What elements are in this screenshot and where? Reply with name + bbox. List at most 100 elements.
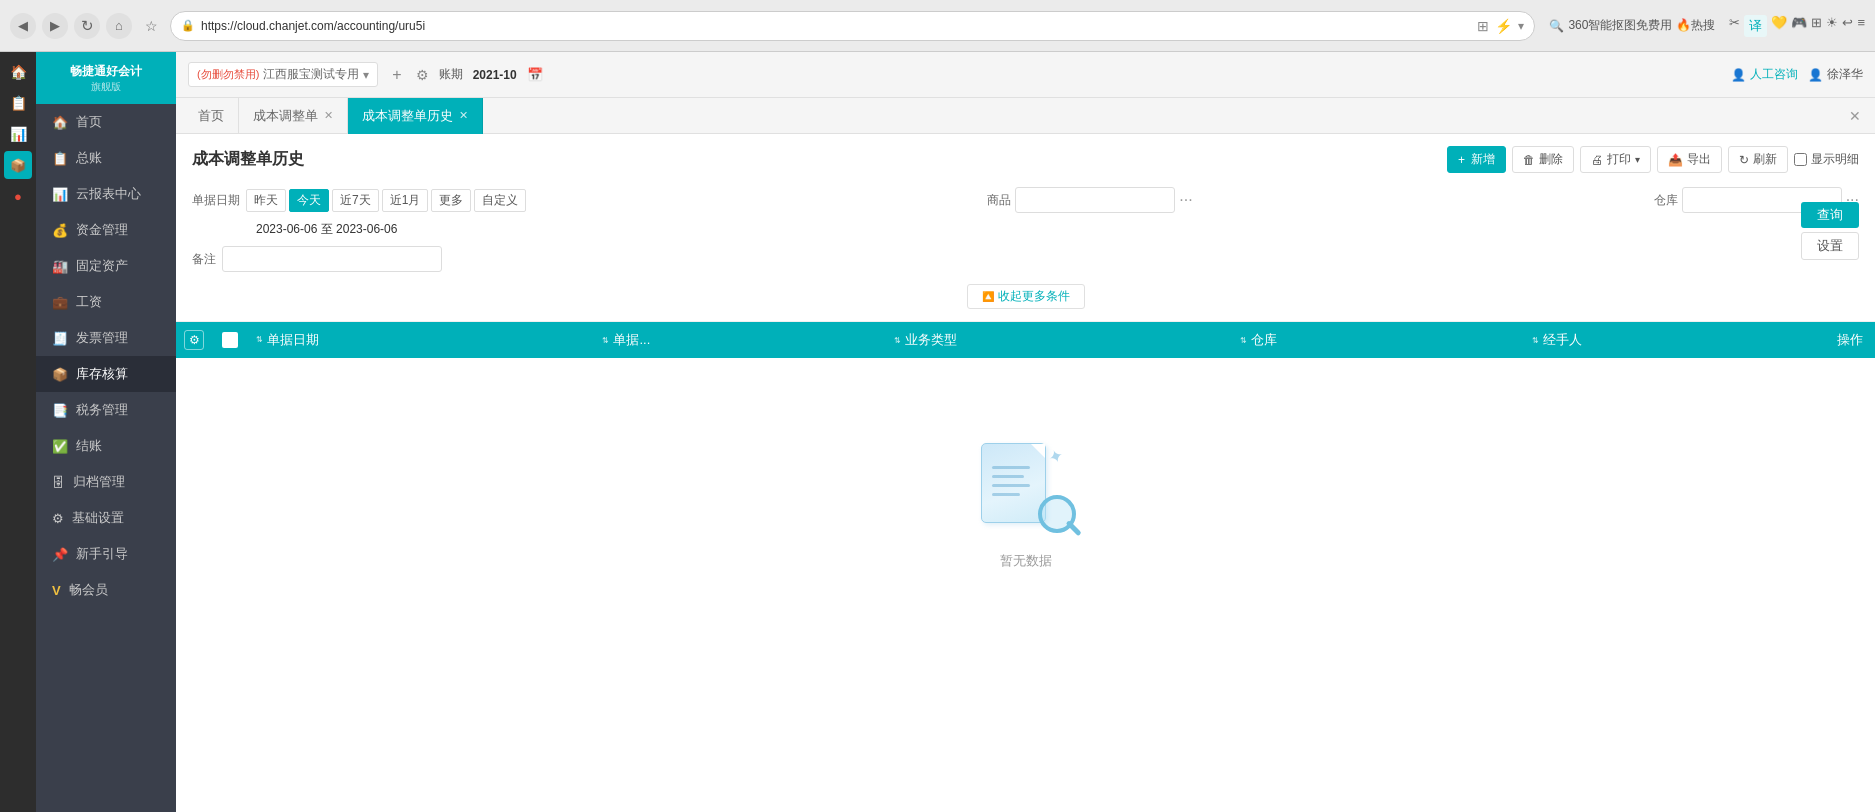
sidebar-logo[interactable]: 畅捷通好会计 旗舰版 — [36, 52, 176, 104]
icon-bar-item-red[interactable]: ● — [4, 182, 32, 210]
forward-button[interactable]: ▶ — [42, 13, 68, 39]
print-label: 打印 — [1607, 151, 1631, 168]
address-bar[interactable]: 🔒 https://cloud.chanjet.com/accounting/u… — [170, 11, 1535, 41]
user-button[interactable]: 👤 徐泽华 — [1808, 66, 1863, 83]
period-value: 2021-10 — [473, 68, 517, 82]
query-button[interactable]: 查询 — [1801, 202, 1859, 228]
home-button[interactable]: ⌂ — [106, 13, 132, 39]
settings-icon: ⚙ — [52, 511, 64, 526]
th-warehouse[interactable]: ⇅ 仓库 — [1232, 331, 1523, 349]
show-detail-input[interactable] — [1794, 153, 1807, 166]
tab-cost-adjust[interactable]: 成本调整单 ✕ — [239, 98, 348, 134]
calendar-icon[interactable]: 📅 — [527, 67, 543, 82]
print-button[interactable]: 🖨 打印 ▾ — [1580, 146, 1651, 173]
sidebar-item-inventory[interactable]: 📦 库存核算 — [36, 356, 176, 392]
tab-cost-adjust-close-icon[interactable]: ✕ — [324, 109, 333, 122]
th-num[interactable]: ⇅ 单据... — [594, 331, 885, 349]
date-btn-custom[interactable]: 自定义 — [474, 189, 526, 212]
settings-btn[interactable]: 设置 — [1801, 232, 1859, 260]
grid-icon[interactable]: ⊞ — [1811, 15, 1822, 37]
settings-gear-icon[interactable]: ⚙ — [184, 330, 204, 350]
sidebar-item-close[interactable]: ✅ 结账 — [36, 428, 176, 464]
th-handler[interactable]: ⇅ 经手人 — [1524, 331, 1815, 349]
goods-dots[interactable]: ··· — [1179, 192, 1192, 208]
export-button[interactable]: 📤 导出 — [1657, 146, 1722, 173]
tab-home[interactable]: 首页 — [184, 98, 239, 134]
brightness-icon[interactable]: ☀ — [1826, 15, 1838, 37]
th-date[interactable]: ⇅ 单据日期 — [248, 331, 594, 349]
sidebar-item-tax[interactable]: 📑 税务管理 — [36, 392, 176, 428]
sidebar-item-salary[interactable]: 💼 工资 — [36, 284, 176, 320]
add-company-button[interactable]: + — [388, 66, 405, 84]
collapse-row: 🔼 收起更多条件 — [192, 280, 1859, 317]
remark-input[interactable] — [222, 246, 442, 272]
company-selector[interactable]: (勿删勿禁用) 江西服宝测试专用 ▾ — [188, 62, 378, 87]
new-label: 新增 — [1471, 151, 1495, 168]
sidebar-item-funds[interactable]: 💰 资金管理 — [36, 212, 176, 248]
refresh-button[interactable]: ↻ 刷新 — [1728, 146, 1788, 173]
sidebar-item-reports[interactable]: 📊 云报表中心 — [36, 176, 176, 212]
sidebar-item-vip[interactable]: V 畅会员 — [36, 572, 176, 608]
refresh-button[interactable]: ↻ — [74, 13, 100, 39]
table-header: ⚙ ⇅ 单据日期 ⇅ 单据... ⇅ 业务类型 — [176, 322, 1875, 358]
sidebar-item-invoice[interactable]: 🧾 发票管理 — [36, 320, 176, 356]
date-btn-today[interactable]: 今天 — [289, 189, 329, 212]
collapse-button[interactable]: 🔼 收起更多条件 — [967, 284, 1085, 309]
date-filter-label: 单据日期 — [192, 192, 240, 209]
sidebar-item-ledger[interactable]: 📋 总账 — [36, 140, 176, 176]
new-button[interactable]: + 新增 — [1447, 146, 1506, 173]
sidebar-item-settings[interactable]: ⚙ 基础设置 — [36, 500, 176, 536]
close-all-tabs-button[interactable]: ✕ — [1843, 108, 1867, 124]
ledger-icon: 📋 — [52, 151, 68, 166]
th-action-label: 操作 — [1837, 331, 1863, 349]
wallet-icon[interactable]: 💛 — [1771, 15, 1787, 37]
top-bar: (勿删勿禁用) 江西服宝测试专用 ▾ + ⚙ 账期 2021-10 📅 👤 人工… — [176, 52, 1875, 98]
th-action: 操作 — [1815, 331, 1875, 349]
game-icon[interactable]: 🎮 — [1791, 15, 1807, 37]
sort-date-icon: ⇅ — [256, 336, 263, 344]
collapse-label: 收起更多条件 — [998, 288, 1070, 305]
translate-icon[interactable]: 译 — [1744, 15, 1767, 37]
sidebar-item-label-vip: 畅会员 — [69, 581, 108, 599]
th-date-label: 单据日期 — [267, 331, 319, 349]
sidebar-item-assets[interactable]: 🏭 固定资产 — [36, 248, 176, 284]
menu-icon[interactable]: ≡ — [1857, 15, 1865, 37]
undo-icon[interactable]: ↩ — [1842, 15, 1853, 37]
sidebar-item-home[interactable]: 🏠 首页 — [36, 104, 176, 140]
back-button[interactable]: ◀ — [10, 13, 36, 39]
select-all-checkbox[interactable] — [222, 332, 238, 348]
tab-bar: 首页 成本调整单 ✕ 成本调整单历史 ✕ ✕ — [176, 98, 1875, 134]
star-button[interactable]: ☆ — [138, 13, 164, 39]
search-icon: 🔍 — [1549, 19, 1564, 33]
service-button[interactable]: 👤 人工咨询 — [1731, 66, 1798, 83]
icon-bar-item-1[interactable]: 🏠 — [4, 58, 32, 86]
delete-button[interactable]: 🗑 删除 — [1512, 146, 1574, 173]
gear-icon[interactable]: ⚙ — [416, 67, 429, 83]
date-btn-1month[interactable]: 近1月 — [382, 189, 429, 212]
empty-text: 暂无数据 — [1000, 552, 1052, 570]
date-btn-more[interactable]: 更多 — [431, 189, 471, 212]
th-handler-label: 经手人 — [1543, 331, 1582, 349]
sidebar-item-archive[interactable]: 🗄 归档管理 — [36, 464, 176, 500]
filter-row-2: 备注 — [192, 246, 1859, 272]
sidebar-item-guide[interactable]: 📌 新手引导 — [36, 536, 176, 572]
scissors-icon[interactable]: ✂ — [1729, 15, 1740, 37]
search-label: 360智能抠图免费用 — [1568, 17, 1672, 34]
th-settings[interactable]: ⚙ — [176, 330, 212, 350]
th-checkbox[interactable] — [212, 332, 248, 348]
date-btn-7days[interactable]: 近7天 — [332, 189, 379, 212]
date-btn-yesterday[interactable]: 昨天 — [246, 189, 286, 212]
icon-bar-item-3[interactable]: 📊 — [4, 120, 32, 148]
show-detail-checkbox[interactable]: 显示明细 — [1794, 151, 1859, 168]
archive-icon: 🗄 — [52, 475, 65, 490]
icon-bar-item-2[interactable]: 📋 — [4, 89, 32, 117]
browser-search[interactable]: 🔍 360智能抠图免费用 🔥热搜 — [1541, 13, 1723, 38]
sidebar-item-label-reports: 云报表中心 — [76, 185, 141, 203]
date-range-text: 2023-06-06 至 2023-06-06 — [256, 221, 397, 238]
tab-cost-history[interactable]: 成本调整单历史 ✕ — [348, 98, 483, 134]
goods-select[interactable] — [1015, 187, 1175, 213]
sidebar-item-label-archive: 归档管理 — [73, 473, 125, 491]
th-biz[interactable]: ⇅ 业务类型 — [886, 331, 1232, 349]
tab-cost-history-close-icon[interactable]: ✕ — [459, 109, 468, 122]
icon-bar-item-active[interactable]: 📦 — [4, 151, 32, 179]
